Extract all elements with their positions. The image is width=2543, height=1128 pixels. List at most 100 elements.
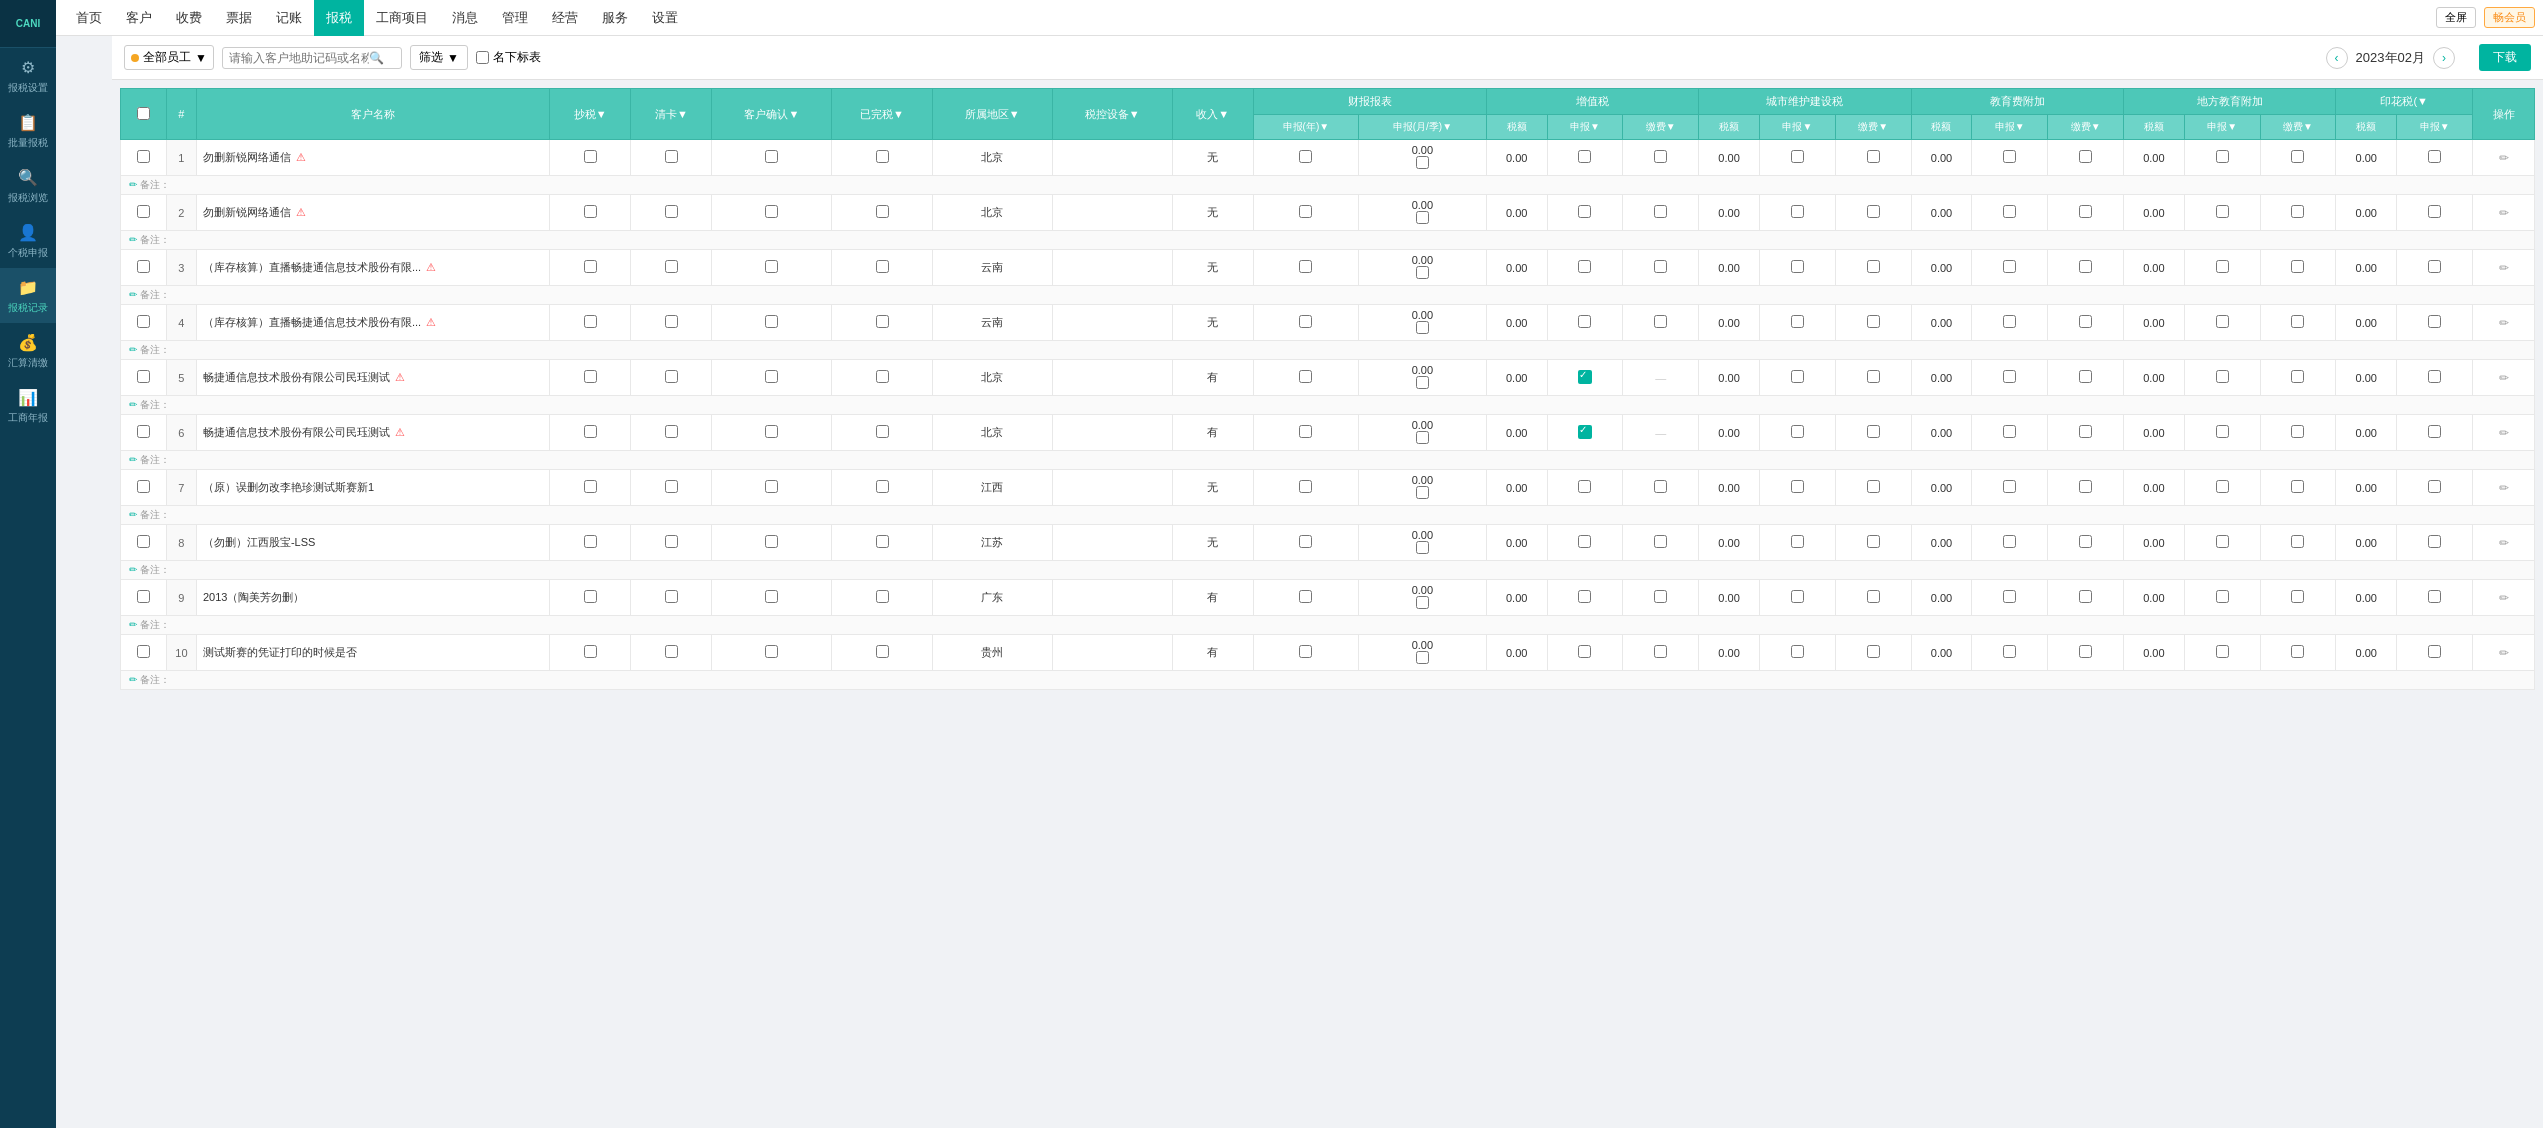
row-checkbox-field[interactable] [765,425,778,438]
row-checkbox-field[interactable] [665,590,678,603]
city-report-checkbox[interactable] [1791,370,1804,383]
select-all-checkbox[interactable] [137,107,150,120]
nav-item-billing[interactable]: 收费 [164,0,214,36]
annual-checkbox[interactable] [1299,260,1312,273]
vat-report-checkbox[interactable] [1578,535,1591,548]
row-checkbox-field[interactable] [765,590,778,603]
localedu-pay-checkbox[interactable] [2291,370,2304,383]
search-box[interactable]: 🔍 [222,47,402,69]
edit-remark-icon[interactable]: ✏ [129,619,137,630]
edit-icon[interactable]: ✏ [2499,646,2509,660]
row-checkbox-field[interactable] [665,315,678,328]
row-checkbox[interactable] [137,645,150,658]
edit-icon[interactable]: ✏ [2499,481,2509,495]
localedu-pay-checkbox[interactable] [2291,535,2304,548]
th-annual-report[interactable]: 申报(年)▼ [1253,115,1358,140]
localedu-pay-checkbox[interactable] [2291,315,2304,328]
nav-item-bizproject[interactable]: 工商项目 [364,0,440,36]
edit-remark-icon[interactable]: ✏ [129,509,137,520]
edit-remark-icon[interactable]: ✏ [129,454,137,465]
annual-checkbox[interactable] [1299,370,1312,383]
edit-remark-icon[interactable]: ✏ [129,564,137,575]
edu-report-checkbox[interactable] [2003,590,2016,603]
row-checkbox-field[interactable] [584,260,597,273]
monthly-checkbox[interactable] [1416,541,1429,554]
localedu-pay-checkbox[interactable] [2291,260,2304,273]
edu-pay-checkbox[interactable] [2079,480,2092,493]
city-report-checkbox[interactable] [1791,480,1804,493]
vat-pay-checkbox[interactable] [1654,480,1667,493]
annual-checkbox[interactable] [1299,315,1312,328]
sidebar-item-tax-browse[interactable]: 🔍 报税浏览 [0,158,56,213]
th-income[interactable]: 收入▼ [1172,89,1253,140]
th-checkbox[interactable] [121,89,167,140]
nav-item-manage[interactable]: 管理 [490,0,540,36]
stamp-report-checkbox[interactable] [2428,260,2441,273]
stamp-report-checkbox[interactable] [2428,370,2441,383]
edit-icon[interactable]: ✏ [2499,261,2509,275]
stamp-report-checkbox[interactable] [2428,205,2441,218]
city-report-checkbox[interactable] [1791,260,1804,273]
stamp-report-checkbox[interactable] [2428,535,2441,548]
localedu-pay-checkbox[interactable] [2291,425,2304,438]
vip-button[interactable]: 畅会员 [2484,7,2535,28]
edit-icon[interactable]: ✏ [2499,151,2509,165]
row-checkbox[interactable] [137,425,150,438]
edu-pay-checkbox[interactable] [2079,150,2092,163]
city-report-checkbox[interactable] [1791,645,1804,658]
monthly-checkbox[interactable] [1416,156,1429,169]
row-checkbox[interactable] [137,370,150,383]
edit-icon[interactable]: ✏ [2499,206,2509,220]
th-vat-pay[interactable]: 缴费▼ [1623,115,1699,140]
vat-report-checkbox[interactable] [1578,480,1591,493]
annual-checkbox[interactable] [1299,480,1312,493]
localedu-report-checkbox[interactable] [2216,590,2229,603]
sidebar-item-tax-record[interactable]: 📁 报税记录 [0,268,56,323]
vat-pay-checkbox[interactable] [1654,590,1667,603]
filter-button[interactable]: 筛选 ▼ [410,45,468,70]
row-checkbox-field[interactable] [876,260,889,273]
city-report-checkbox[interactable] [1791,590,1804,603]
edu-pay-checkbox[interactable] [2079,260,2092,273]
row-checkbox[interactable] [137,150,150,163]
localedu-pay-checkbox[interactable] [2291,480,2304,493]
edit-remark-icon[interactable]: ✏ [129,234,137,245]
edu-report-checkbox[interactable] [2003,425,2016,438]
edu-report-checkbox[interactable] [2003,150,2016,163]
th-reported[interactable]: 已完税▼ [832,89,933,140]
localedu-pay-checkbox[interactable] [2291,645,2304,658]
edu-pay-checkbox[interactable] [2079,590,2092,603]
vat-report-checkbox[interactable] [1578,315,1591,328]
annual-checkbox[interactable] [1299,425,1312,438]
annual-checkbox[interactable] [1299,645,1312,658]
row-checkbox-field[interactable] [665,425,678,438]
th-vat-report[interactable]: 申报▼ [1547,115,1623,140]
th-tax-copy[interactable]: 抄税▼ [550,89,631,140]
sidebar-item-tax-settings[interactable]: ⚙ 报税设置 [0,48,56,103]
monthly-checkbox[interactable] [1416,211,1429,224]
annual-checkbox[interactable] [1299,535,1312,548]
edu-report-checkbox[interactable] [2003,315,2016,328]
checkbox-label-subordinate[interactable]: 名下标表 [476,49,541,66]
city-pay-checkbox[interactable] [1867,480,1880,493]
row-checkbox[interactable] [137,315,150,328]
row-checkbox-field[interactable] [876,205,889,218]
edit-icon[interactable]: ✏ [2499,426,2509,440]
localedu-report-checkbox[interactable] [2216,150,2229,163]
stamp-report-checkbox[interactable] [2428,480,2441,493]
monthly-checkbox[interactable] [1416,431,1429,444]
edu-pay-checkbox[interactable] [2079,645,2092,658]
row-checkbox-field[interactable] [584,315,597,328]
stamp-report-checkbox[interactable] [2428,150,2441,163]
row-checkbox-field[interactable] [876,590,889,603]
row-checkbox-field[interactable] [876,370,889,383]
vat-report-checkbox[interactable] [1578,590,1591,603]
row-checkbox-field[interactable] [665,645,678,658]
row-checkbox-field[interactable] [584,535,597,548]
next-date-button[interactable]: › [2433,47,2455,69]
row-checkbox[interactable] [137,260,150,273]
edu-pay-checkbox[interactable] [2079,205,2092,218]
edit-icon[interactable]: ✏ [2499,371,2509,385]
edu-pay-checkbox[interactable] [2079,425,2092,438]
city-report-checkbox[interactable] [1791,535,1804,548]
